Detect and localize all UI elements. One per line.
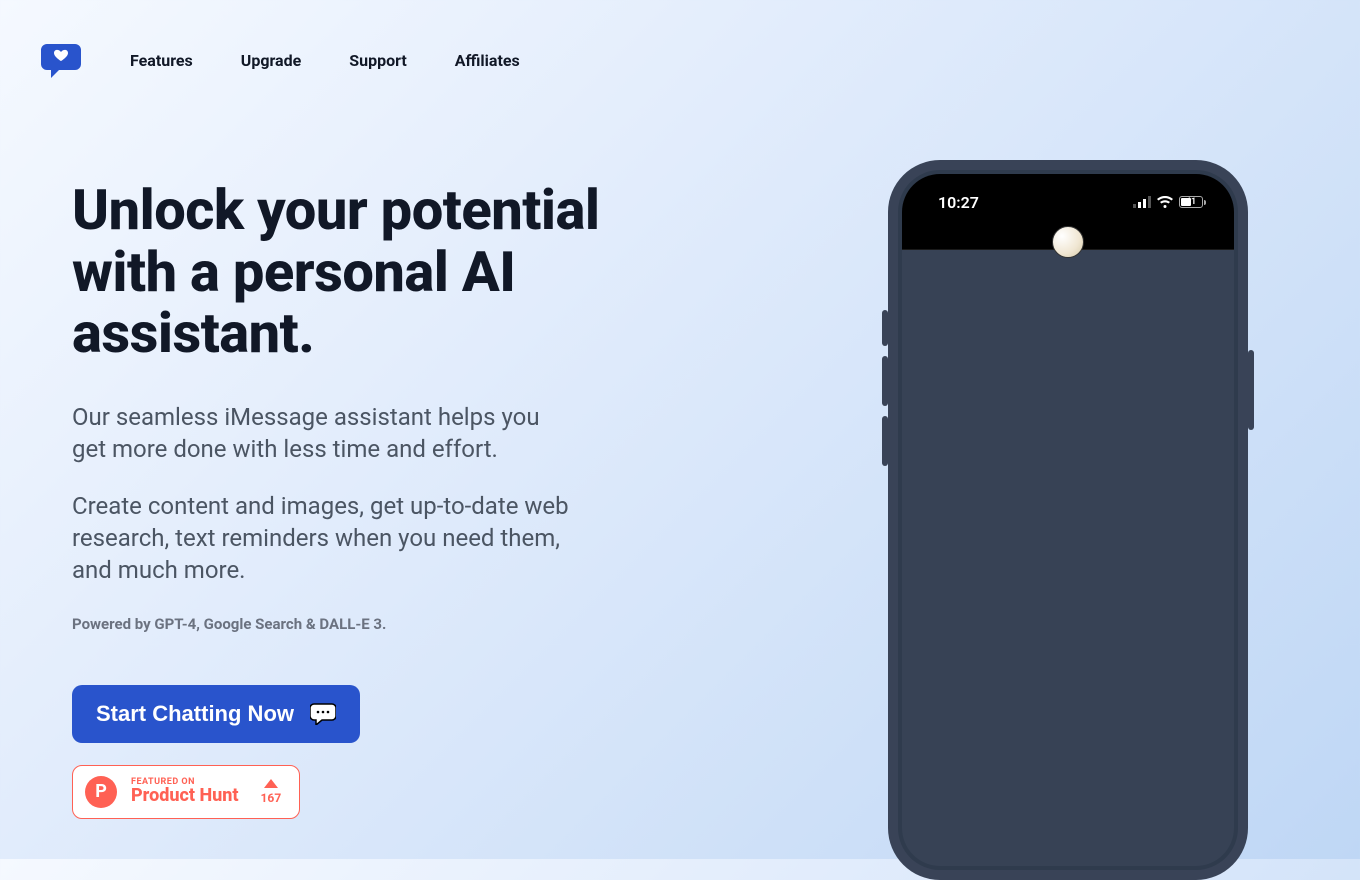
wifi-icon bbox=[1157, 196, 1173, 208]
phone-time: 10:27 bbox=[938, 193, 979, 212]
page-title: Unlock your potential with a personal AI… bbox=[72, 180, 700, 365]
product-hunt-badge[interactable]: P FEATURED ON Product Hunt 167 bbox=[72, 765, 300, 819]
hero-subtitle-1: Our seamless iMessage assistant helps yo… bbox=[72, 401, 572, 466]
battery-icon: 41 bbox=[1179, 196, 1206, 208]
ph-vote-count: 167 bbox=[261, 791, 282, 805]
phone-mockup: 10:27 bbox=[888, 160, 1248, 880]
chat-avatar bbox=[1052, 226, 1084, 258]
nav-upgrade[interactable]: Upgrade bbox=[241, 51, 302, 70]
ph-name: Product Hunt bbox=[131, 785, 239, 806]
main-nav: Features Upgrade Support Affiliates bbox=[130, 51, 520, 70]
powered-by: Powered by GPT-4, Google Search & DALL-E… bbox=[72, 615, 700, 633]
cta-label: Start Chatting Now bbox=[96, 701, 294, 727]
chat-bubble-icon bbox=[310, 703, 336, 725]
nav-affiliates[interactable]: Affiliates bbox=[455, 51, 520, 70]
product-hunt-icon: P bbox=[85, 776, 117, 808]
upvote-icon bbox=[264, 779, 278, 788]
start-chatting-button[interactable]: Start Chatting Now bbox=[72, 685, 360, 743]
logo-icon bbox=[40, 40, 82, 80]
signal-icon bbox=[1133, 196, 1151, 208]
phone-notch bbox=[1008, 186, 1128, 216]
hero-subtitle-2: Create content and images, get up-to-dat… bbox=[72, 490, 572, 587]
nav-support[interactable]: Support bbox=[349, 51, 407, 70]
nav-features[interactable]: Features bbox=[130, 51, 193, 70]
